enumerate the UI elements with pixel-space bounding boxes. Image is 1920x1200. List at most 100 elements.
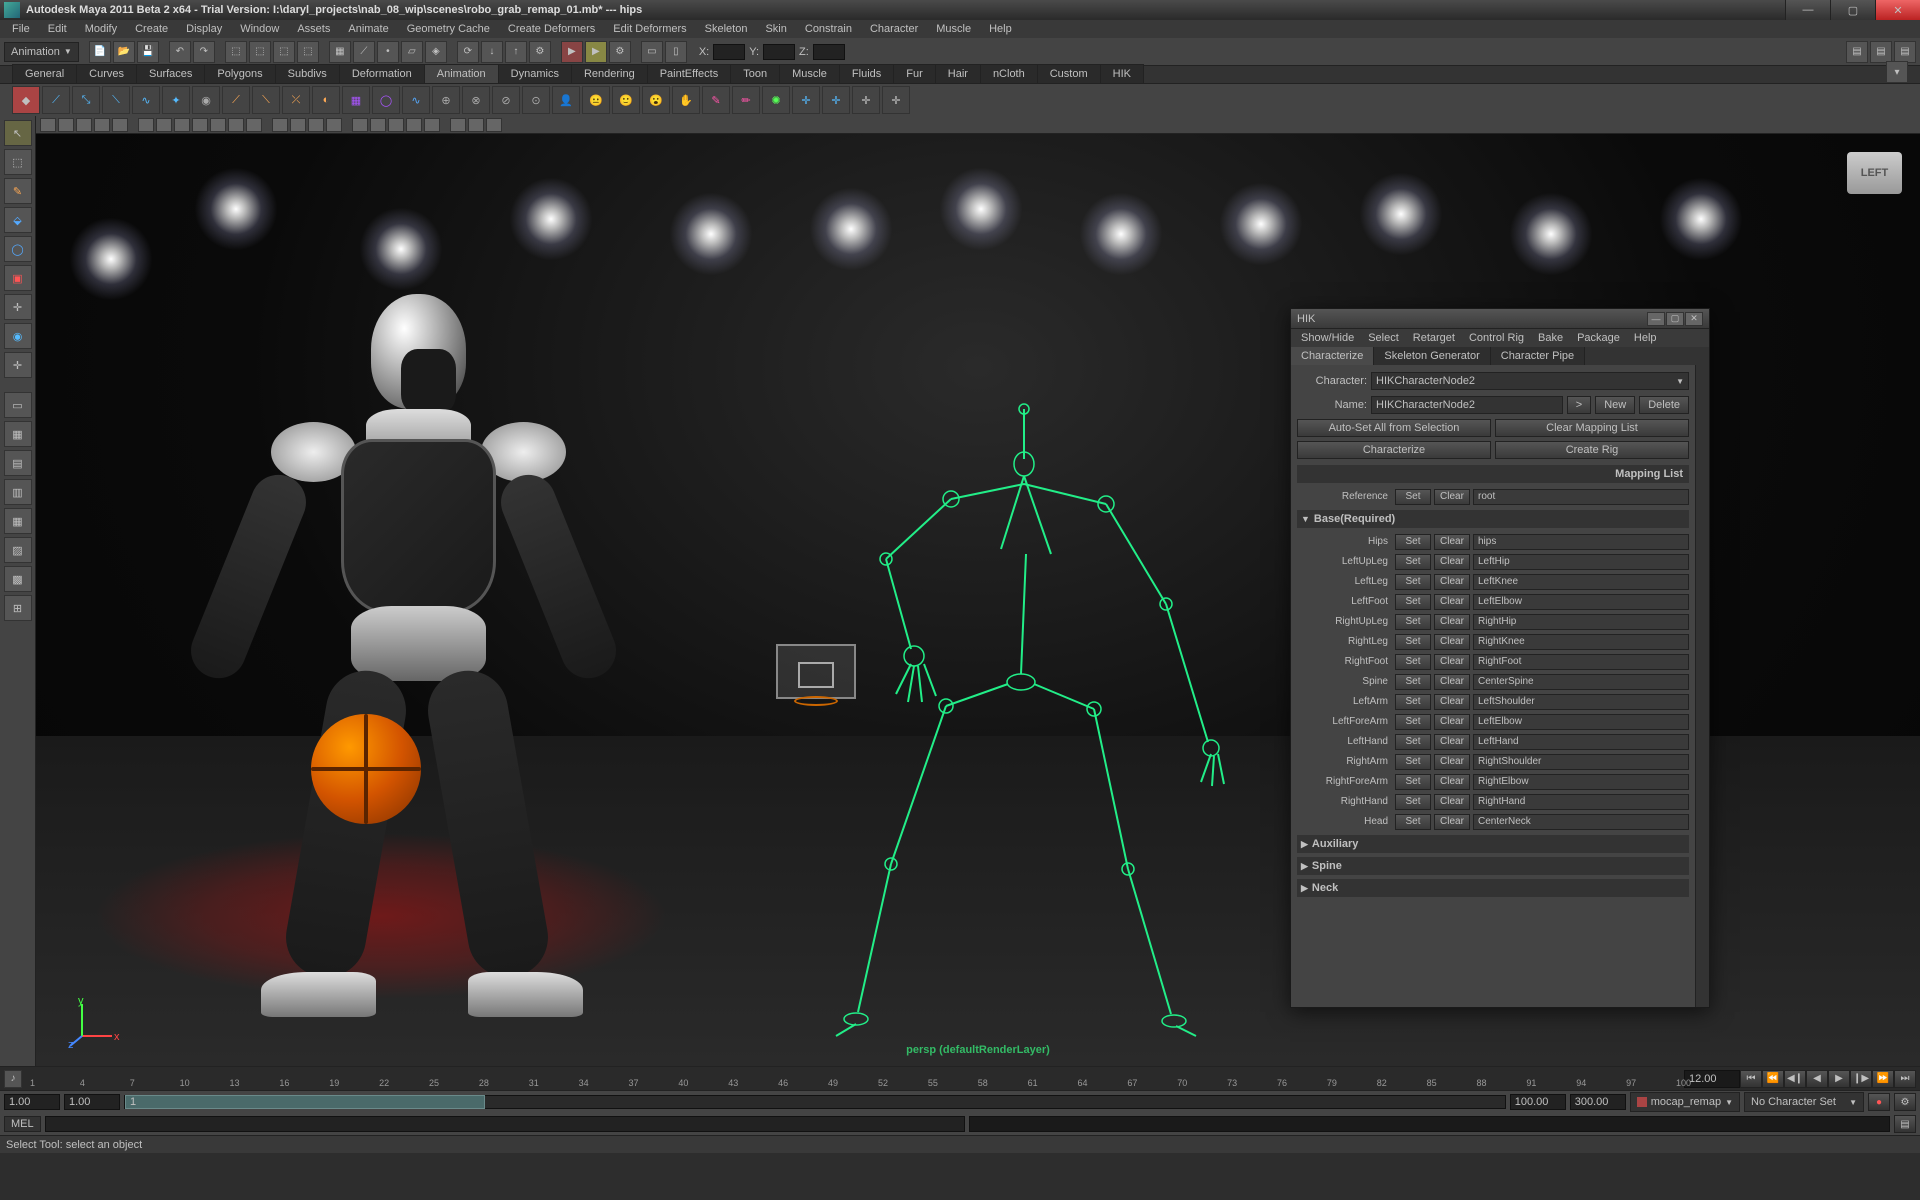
delete-button[interactable]: Delete (1639, 396, 1689, 414)
range-slider-thumb[interactable]: 1 (125, 1095, 485, 1109)
menu-display[interactable]: Display (178, 21, 230, 37)
anim-layer-dropdown[interactable]: mocap_remap (1630, 1092, 1740, 1112)
set-button[interactable]: Set (1395, 694, 1431, 710)
spine-section-header[interactable]: ▶ Spine (1297, 857, 1689, 875)
autoset-button[interactable]: Auto-Set All from Selection (1297, 419, 1491, 437)
anim-start-field[interactable]: 1.00 (4, 1094, 60, 1110)
mapping-value[interactable]: LeftKnee (1473, 574, 1689, 590)
set-button[interactable]: Set (1395, 734, 1431, 750)
x-input[interactable] (713, 44, 745, 60)
shelf-tab-dynamics[interactable]: Dynamics (498, 64, 572, 83)
anim-end-field[interactable]: 300.00 (1570, 1094, 1626, 1110)
shelf-axis4-icon[interactable]: ✛ (882, 86, 910, 114)
vp-icon-1[interactable] (40, 118, 56, 132)
menu-muscle[interactable]: Muscle (928, 21, 979, 37)
hik-maximize-button[interactable]: ▢ (1666, 312, 1684, 326)
range-end-field[interactable]: 100.00 (1510, 1094, 1566, 1110)
custom-view-icon[interactable]: ⊞ (4, 595, 32, 621)
shelf-tab-custom[interactable]: Custom (1037, 64, 1101, 83)
shelf-spline-icon[interactable]: ∿ (132, 86, 160, 114)
step-fwd-key-button[interactable]: ⏩ (1872, 1070, 1894, 1088)
set-button[interactable]: Set (1395, 594, 1431, 610)
clear-button[interactable]: Clear (1434, 574, 1470, 590)
vp-shading-tex-icon[interactable] (388, 118, 404, 132)
mapping-value[interactable]: CenterNeck (1473, 814, 1689, 830)
redo-icon[interactable]: ↷ (193, 41, 215, 63)
clear-button[interactable]: Clear (1434, 754, 1470, 770)
shelf-tab-muscle[interactable]: Muscle (779, 64, 840, 83)
vp-icon-8[interactable] (174, 118, 190, 132)
rewind-button[interactable]: ⏮ (1740, 1070, 1762, 1088)
shelf-cluster-icon[interactable]: ◉ (192, 86, 220, 114)
shelf-tab-deformation[interactable]: Deformation (339, 64, 425, 83)
hik-menu-select[interactable]: Select (1362, 330, 1405, 346)
mapping-value[interactable]: RightKnee (1473, 634, 1689, 650)
step-back-key-button[interactable]: ⏪ (1762, 1070, 1784, 1088)
current-frame-field[interactable]: 12.00 (1684, 1070, 1740, 1088)
vp-icon-16[interactable] (326, 118, 342, 132)
vp-icon-12[interactable] (246, 118, 262, 132)
set-button[interactable]: Set (1395, 554, 1431, 570)
shelf-tab-hik[interactable]: HIK (1100, 64, 1144, 83)
clear-button[interactable]: Clear (1434, 814, 1470, 830)
command-input[interactable] (45, 1116, 966, 1132)
play-button[interactable]: ▶ (1828, 1070, 1850, 1088)
step-back-button[interactable]: ◀❙ (1784, 1070, 1806, 1088)
shelf-blend-icon[interactable]: ◐ (312, 86, 340, 114)
mapping-value[interactable]: hips (1473, 534, 1689, 550)
shelf-detach-icon[interactable]: ⤫ (282, 86, 310, 114)
show-manip-tool[interactable]: ✛ (4, 352, 32, 378)
auxiliary-section-header[interactable]: ▶ Auxiliary (1297, 835, 1689, 853)
vp-xray-icon[interactable] (468, 118, 484, 132)
clear-button[interactable]: Clear (1434, 614, 1470, 630)
reference-set-button[interactable]: Set (1395, 489, 1431, 505)
reference-value[interactable]: root (1473, 489, 1689, 505)
shelf-constraint2-icon[interactable]: ⊗ (462, 86, 490, 114)
vp-isolate-icon[interactable] (450, 118, 466, 132)
mapping-value[interactable]: RightFoot (1473, 654, 1689, 670)
set-button[interactable]: Set (1395, 714, 1431, 730)
outliner-view-icon[interactable]: ▤ (4, 450, 32, 476)
vp-icon-2[interactable] (58, 118, 74, 132)
shelf-spark-icon[interactable]: ✺ (762, 86, 790, 114)
paint-select-tool[interactable]: ✎ (4, 178, 32, 204)
hik-menu-bake[interactable]: Bake (1532, 330, 1569, 346)
vp-shading-wire-icon[interactable] (352, 118, 368, 132)
clear-button[interactable]: Clear (1434, 694, 1470, 710)
reference-clear-button[interactable]: Clear (1434, 489, 1470, 505)
vp-shading-smooth-icon[interactable] (370, 118, 386, 132)
close-button[interactable]: ✕ (1875, 0, 1920, 20)
mapping-value[interactable]: RightElbow (1473, 774, 1689, 790)
timeline-sound-icon[interactable]: ♪ (4, 1070, 22, 1088)
menu-animate[interactable]: Animate (340, 21, 396, 37)
script-editor-button[interactable]: ▤ (1894, 1115, 1916, 1133)
z-input[interactable] (813, 44, 845, 60)
shelf-tab-hair[interactable]: Hair (935, 64, 981, 83)
shelf-tab-polygons[interactable]: Polygons (204, 64, 275, 83)
hik-title-bar[interactable]: HIK — ▢ ✕ (1291, 309, 1709, 329)
set-button[interactable]: Set (1395, 634, 1431, 650)
soft-mod-tool[interactable]: ◉ (4, 323, 32, 349)
prefs-button[interactable]: ⚙ (1894, 1093, 1916, 1111)
maximize-button[interactable]: ▢ (1830, 0, 1875, 20)
vp-shadows-icon[interactable] (424, 118, 440, 132)
shelf-brush1-icon[interactable]: ✎ (702, 86, 730, 114)
select-comp-icon[interactable]: ⬚ (297, 41, 319, 63)
vp-icon-7[interactable] (156, 118, 172, 132)
shelf-tab-subdivs[interactable]: Subdivs (275, 64, 340, 83)
character-dropdown[interactable]: HIKCharacterNode2 (1371, 372, 1689, 390)
script-language-label[interactable]: MEL (4, 1116, 41, 1132)
persp-outliner-icon[interactable]: ▥ (4, 479, 32, 505)
menu-edit[interactable]: Edit (40, 21, 75, 37)
new-scene-icon[interactable]: 📄 (89, 41, 111, 63)
mapping-value[interactable]: CenterSpine (1473, 674, 1689, 690)
vp-icon-9[interactable] (192, 118, 208, 132)
range-slider[interactable]: 1 (124, 1095, 1506, 1109)
vp-icon-3[interactable] (76, 118, 92, 132)
shelf-axis2-icon[interactable]: ✛ (822, 86, 850, 114)
shelf-face3-icon[interactable]: 😮 (642, 86, 670, 114)
shelf-joint2-icon[interactable]: ⤡ (72, 86, 100, 114)
create-rig-button[interactable]: Create Rig (1495, 441, 1689, 459)
shelf-constraint4-icon[interactable]: ⊙ (522, 86, 550, 114)
shelf-lattice-icon[interactable]: ▦ (342, 86, 370, 114)
